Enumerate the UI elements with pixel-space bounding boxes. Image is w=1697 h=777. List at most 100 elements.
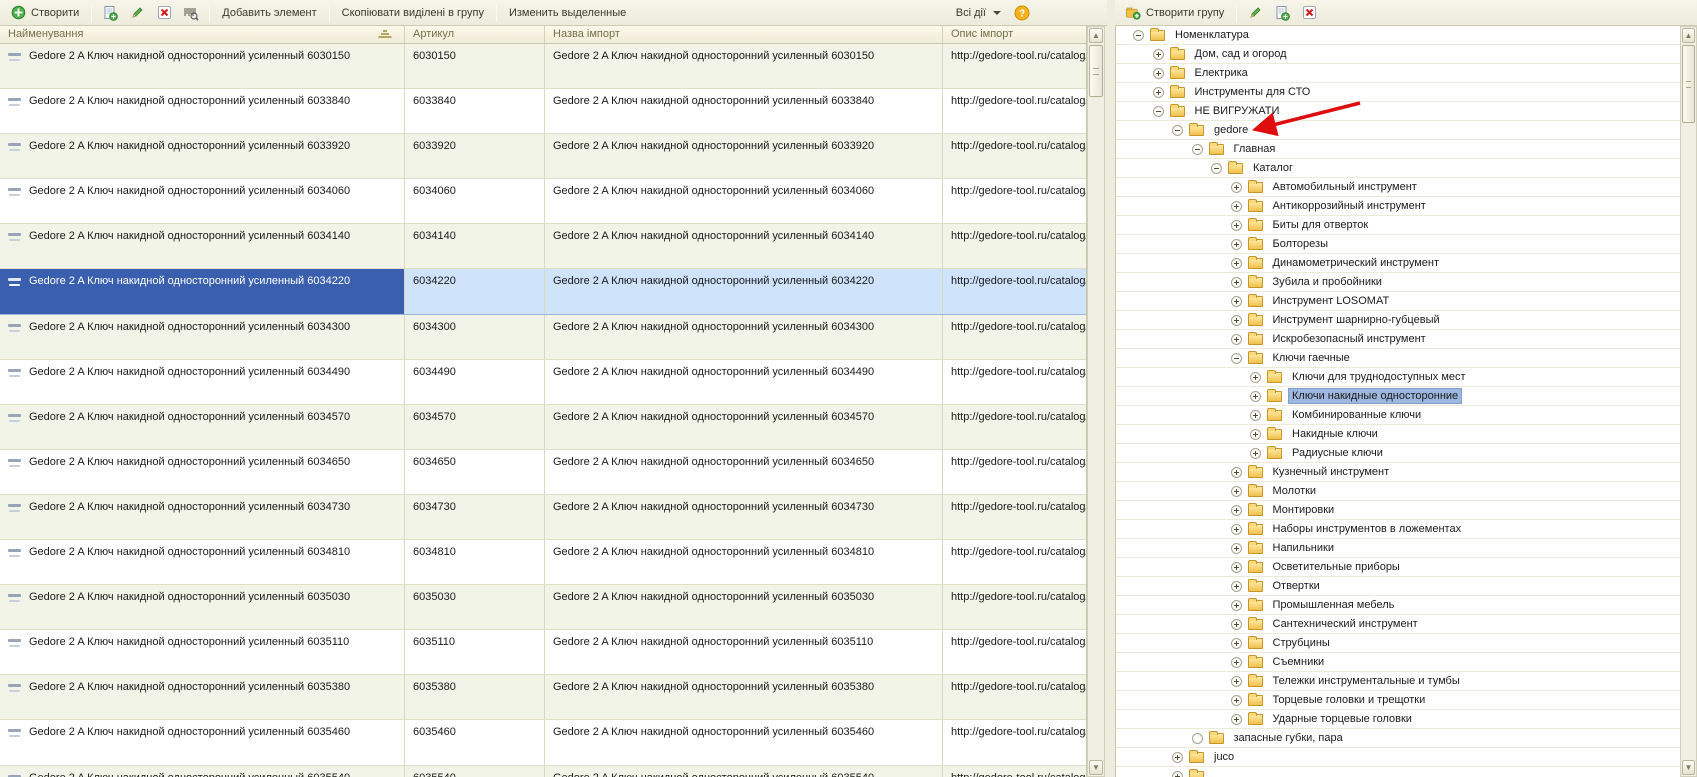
- scroll-up-button[interactable]: ▲: [1682, 28, 1695, 43]
- tree-item[interactable]: Торцевые головки и трещотки: [1116, 691, 1680, 710]
- tree-item[interactable]: Монтировки: [1116, 501, 1680, 520]
- scroll-thumb[interactable]: [1682, 45, 1695, 123]
- tree-item[interactable]: Радиусные ключи: [1116, 444, 1680, 463]
- tree-scrollbar[interactable]: ▲ ▼: [1680, 26, 1697, 777]
- tree-toggle-icon[interactable]: [1152, 105, 1164, 117]
- tree-item[interactable]: Наборы инструментов в ложементах: [1116, 520, 1680, 539]
- tree-item[interactable]: Инструмент LOSOMAT: [1116, 292, 1680, 311]
- tree-toggle-icon[interactable]: [1230, 238, 1242, 250]
- tree-item[interactable]: Биты для отверток: [1116, 216, 1680, 235]
- column-header-import-desc[interactable]: Опис імпорт: [943, 26, 1086, 43]
- table-row[interactable]: Gedore 2 A Ключ накидной односторонний у…: [0, 765, 1086, 777]
- tree-toggle-icon[interactable]: [1230, 219, 1242, 231]
- tree-toggle-icon[interactable]: [1211, 162, 1222, 174]
- tree-item[interactable]: Молотки: [1116, 482, 1680, 501]
- tree-item[interactable]: Инструменты для СТО: [1116, 83, 1680, 102]
- tree-item[interactable]: Ключи для труднодоступных мест: [1116, 368, 1680, 387]
- tree-toggle-icon[interactable]: [1172, 770, 1183, 777]
- tree-toggle-icon[interactable]: [1191, 732, 1203, 744]
- tree-item[interactable]: Сантехнический инструмент: [1116, 615, 1680, 634]
- tree-item[interactable]: [1116, 767, 1680, 777]
- tree-toggle-icon[interactable]: [1230, 314, 1242, 326]
- tree-toggle-icon[interactable]: [1230, 656, 1242, 668]
- tree-toggle-icon[interactable]: [1152, 86, 1164, 98]
- tree-item[interactable]: Динамометрический инструмент: [1116, 254, 1680, 273]
- tree-item[interactable]: Ударные торцевые головки: [1116, 710, 1680, 729]
- table-row[interactable]: Gedore 2 A Ключ накидной односторонний у…: [0, 89, 1086, 135]
- tree-item[interactable]: Болторезы: [1116, 235, 1680, 254]
- tree-item[interactable]: Антикоррозийный инструмент: [1116, 197, 1680, 216]
- barcode-search-button[interactable]: [179, 2, 203, 24]
- tree-toggle-icon[interactable]: [1172, 124, 1183, 136]
- tree-toggle-icon[interactable]: [1230, 295, 1242, 307]
- tree-toggle-icon[interactable]: [1230, 561, 1242, 573]
- add-element-button[interactable]: Добавить элемент: [216, 5, 322, 21]
- table-row[interactable]: Gedore 2 A Ключ накидной односторонний у…: [0, 630, 1086, 676]
- tree-toggle-icon[interactable]: [1230, 352, 1242, 364]
- tree-toggle-icon[interactable]: [1250, 409, 1261, 421]
- copy-selected-to-group-button[interactable]: Скопіювати виділені в групу: [336, 5, 490, 21]
- copy-group-button[interactable]: [1270, 2, 1294, 24]
- edit-item-button[interactable]: [125, 2, 149, 24]
- tree-item[interactable]: Ключи гаечные: [1116, 349, 1680, 368]
- tree-toggle-icon[interactable]: [1230, 257, 1242, 269]
- tree-toggle-icon[interactable]: [1152, 67, 1164, 79]
- scroll-thumb[interactable]: [1089, 45, 1103, 97]
- scroll-up-button[interactable]: ▲: [1089, 28, 1103, 43]
- tree-item[interactable]: Напильники: [1116, 539, 1680, 558]
- tree-item[interactable]: Зубила и пробойники: [1116, 273, 1680, 292]
- tree-toggle-icon[interactable]: [1250, 447, 1261, 459]
- table-row[interactable]: Gedore 2 A Ключ накидной односторонний у…: [0, 585, 1086, 631]
- table-row[interactable]: Gedore 2 A Ключ накидной односторонний у…: [0, 179, 1086, 225]
- tree-toggle-icon[interactable]: [1250, 371, 1261, 383]
- tree-toggle-icon[interactable]: [1172, 751, 1183, 763]
- tree-toggle-icon[interactable]: [1230, 333, 1242, 345]
- tree-item[interactable]: Накидные ключи: [1116, 425, 1680, 444]
- tree-toggle-icon[interactable]: [1230, 523, 1242, 535]
- tree-toggle-icon[interactable]: [1230, 542, 1242, 554]
- tree-item[interactable]: Отвертки: [1116, 577, 1680, 596]
- delete-group-button[interactable]: [1297, 2, 1321, 24]
- edit-selected-button[interactable]: Изменить выделенные: [503, 5, 632, 21]
- tree-item[interactable]: juco: [1116, 748, 1680, 767]
- tree-item[interactable]: Кузнечный инструмент: [1116, 463, 1680, 482]
- tree-item[interactable]: НЕ ВИГРУЖАТИ: [1116, 102, 1680, 121]
- help-button[interactable]: ?: [1010, 2, 1034, 24]
- tree-item[interactable]: Осветительные приборы: [1116, 558, 1680, 577]
- tree-toggle-icon[interactable]: [1250, 390, 1261, 402]
- tree-item[interactable]: Инструмент шарнирно-губцевый: [1116, 311, 1680, 330]
- tree-toggle-icon[interactable]: [1230, 181, 1242, 193]
- tree-item[interactable]: Каталог: [1116, 159, 1680, 178]
- tree-toggle-icon[interactable]: [1230, 580, 1242, 592]
- tree-item[interactable]: запасные губки, пара: [1116, 729, 1680, 748]
- column-header-import-name[interactable]: Назва імпорт: [545, 26, 943, 43]
- column-header-name[interactable]: Найменування: [0, 26, 405, 43]
- tree-toggle-icon[interactable]: [1230, 599, 1242, 611]
- tree-item[interactable]: Номенклатура: [1116, 26, 1680, 45]
- table-scrollbar[interactable]: ▲ ▼: [1087, 26, 1105, 777]
- column-header-artikul[interactable]: Артикул: [405, 26, 545, 43]
- tree-item[interactable]: Главная: [1116, 140, 1680, 159]
- table-row[interactable]: Gedore 2 A Ключ накидной односторонний у…: [0, 449, 1086, 495]
- tree-toggle-icon[interactable]: [1191, 143, 1203, 155]
- tree-item[interactable]: Искробезопасный инструмент: [1116, 330, 1680, 349]
- tree-item[interactable]: Тележки инструментальные и тумбы: [1116, 672, 1680, 691]
- copy-item-button[interactable]: [98, 2, 122, 24]
- tree-toggle-icon[interactable]: [1230, 713, 1242, 725]
- all-actions-button[interactable]: Всі дії: [950, 5, 1007, 21]
- tree-item[interactable]: gedore: [1116, 121, 1680, 140]
- tree-toggle-icon[interactable]: [1230, 694, 1242, 706]
- table-row[interactable]: Gedore 2 A Ключ накидной односторонний у…: [0, 134, 1086, 180]
- delete-item-button[interactable]: [152, 2, 176, 24]
- table-row[interactable]: Gedore 2 A Ключ накидной односторонний у…: [0, 720, 1086, 766]
- tree-toggle-icon[interactable]: [1133, 29, 1144, 41]
- tree-item[interactable]: Комбинированные ключи: [1116, 406, 1680, 425]
- table-row[interactable]: Gedore 2 A Ключ накидной односторонний у…: [0, 404, 1086, 450]
- tree-item[interactable]: Дом, сад и огород: [1116, 45, 1680, 64]
- table-row[interactable]: Gedore 2 A Ключ накидной односторонний у…: [0, 314, 1086, 360]
- tree-toggle-icon[interactable]: [1230, 637, 1242, 649]
- tree-toggle-icon[interactable]: [1250, 428, 1261, 440]
- tree-item[interactable]: Автомобильный инструмент: [1116, 178, 1680, 197]
- table-row[interactable]: Gedore 2 A Ключ накидной односторонний у…: [0, 540, 1086, 586]
- tree-toggle-icon[interactable]: [1230, 200, 1242, 212]
